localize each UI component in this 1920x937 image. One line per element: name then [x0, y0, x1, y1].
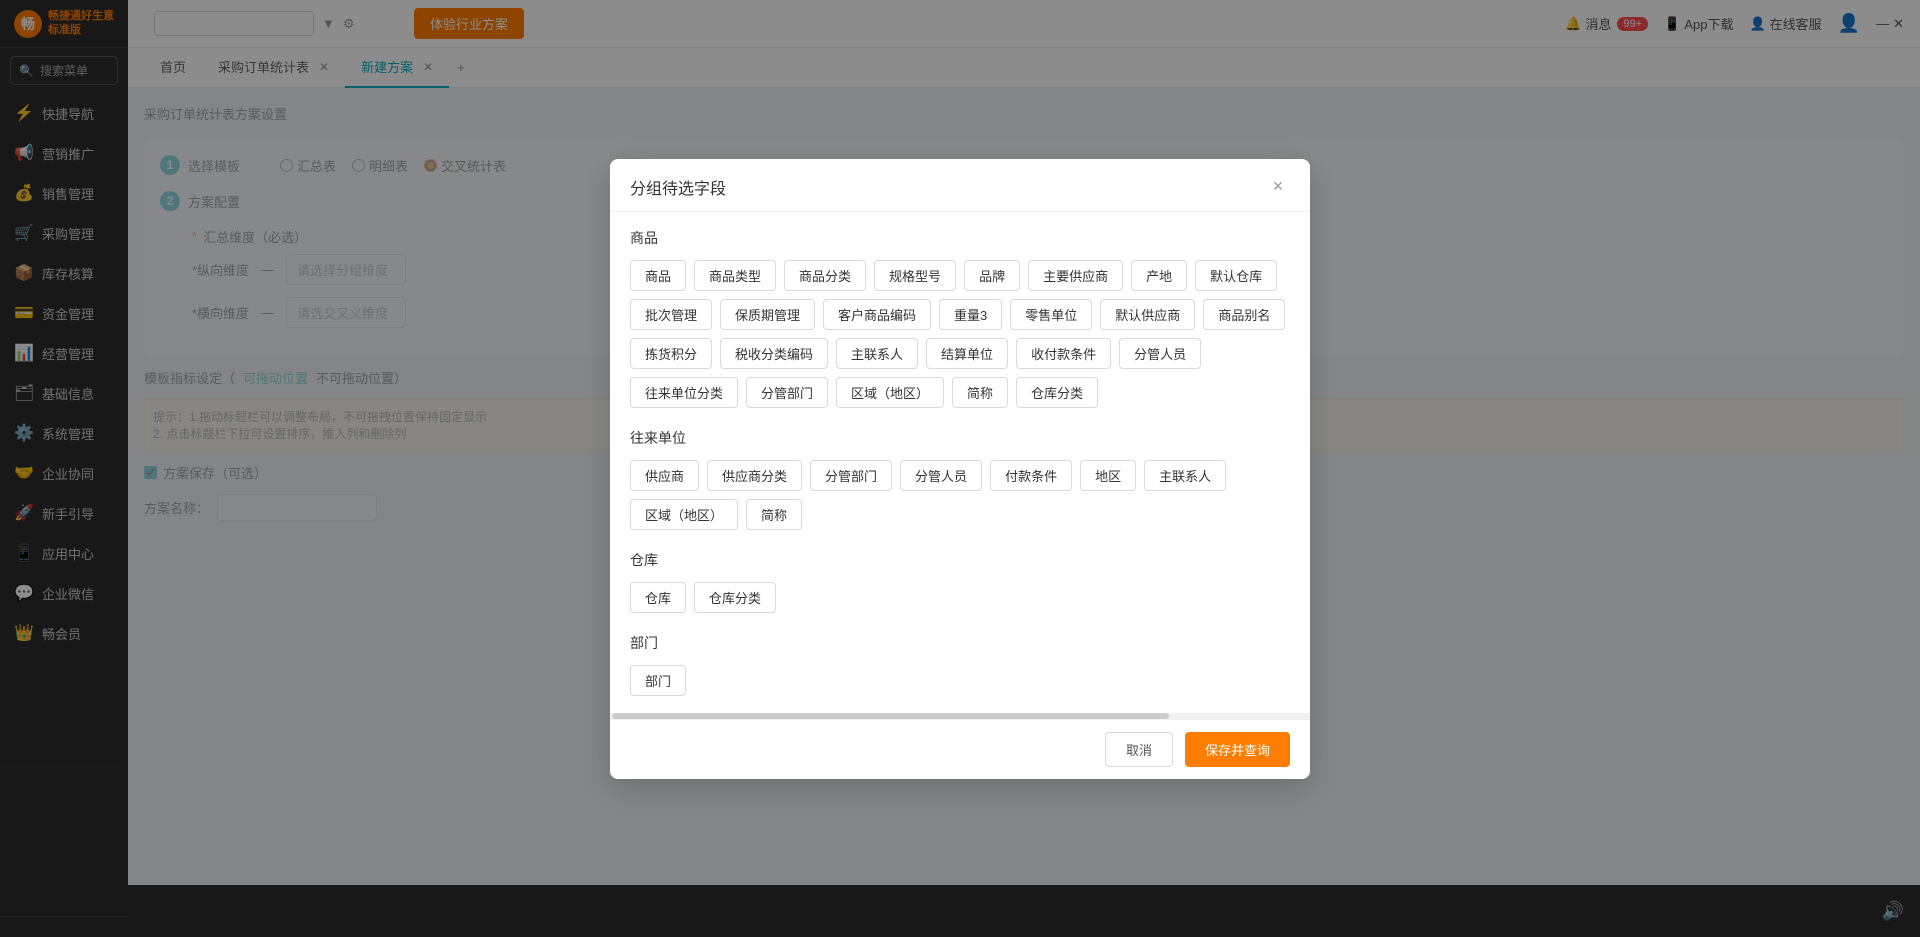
field-tag-default-warehouse[interactable]: 默认仓库: [1195, 260, 1277, 291]
field-tag-customer-code[interactable]: 客户商品编码: [823, 299, 931, 330]
field-tags-partner: 供应商供应商分类分管部门分管人员付款条件地区主联系人区域（地区） 简称: [630, 460, 1290, 530]
field-group-warehouse: 仓库仓库仓库分类: [630, 550, 1290, 613]
field-tag-main-contact[interactable]: 主联系人: [836, 338, 918, 369]
field-tag-settlement-unit[interactable]: 结算单位: [926, 338, 1008, 369]
field-tag-region3[interactable]: 区域（地区）: [630, 499, 738, 530]
dialog-body: 商品商品商品类型商品分类规格型号品牌主要供应商产地默认仓库批次管理保质期管理客户…: [610, 212, 1310, 713]
field-group-title-warehouse: 仓库: [630, 550, 1290, 570]
field-tag-manager[interactable]: 分管人员: [1119, 338, 1201, 369]
dialog: 分组待选字段 × 商品商品商品类型商品分类规格型号品牌主要供应商产地默认仓库批次…: [610, 159, 1310, 779]
field-tag-wh-category[interactable]: 仓库分类: [694, 582, 776, 613]
field-tag-payment2[interactable]: 付款条件: [990, 460, 1072, 491]
field-tag-weight3[interactable]: 重量3: [939, 299, 1002, 330]
field-tag-main-supplier[interactable]: 主要供应商: [1028, 260, 1123, 291]
field-tag-pickup-points[interactable]: 拣货积分: [630, 338, 712, 369]
field-tags-product: 商品商品类型商品分类规格型号品牌主要供应商产地默认仓库批次管理保质期管理客户商品…: [630, 260, 1290, 408]
field-group-title-product: 商品: [630, 228, 1290, 248]
field-tag-warehouse-category[interactable]: 仓库分类: [1016, 377, 1098, 408]
field-group-title-partner: 往来单位: [630, 428, 1290, 448]
field-tag-origin[interactable]: 产地: [1131, 260, 1187, 291]
field-tag-default-supplier[interactable]: 默认供应商: [1100, 299, 1195, 330]
field-tag-dept2[interactable]: 分管部门: [810, 460, 892, 491]
dialog-overlay: 分组待选字段 × 商品商品商品类型商品分类规格型号品牌主要供应商产地默认仓库批次…: [0, 0, 1920, 937]
confirm-button[interactable]: 保存并查询: [1185, 732, 1290, 767]
field-tag-contact2[interactable]: 主联系人: [1144, 460, 1226, 491]
field-tags-dept-group: 部门: [630, 665, 1290, 696]
cancel-button[interactable]: 取消: [1105, 732, 1173, 767]
field-tag-product-type[interactable]: 商品类型: [694, 260, 776, 291]
field-tag-spec-type[interactable]: 规格型号: [874, 260, 956, 291]
field-tag-tax-code[interactable]: 税收分类编码: [720, 338, 828, 369]
field-tag-region2[interactable]: 地区: [1080, 460, 1136, 491]
dialog-header: 分组待选字段 ×: [610, 159, 1310, 212]
field-tag-dept[interactable]: 分管部门: [746, 377, 828, 408]
field-tag-manager2[interactable]: 分管人员: [900, 460, 982, 491]
field-tag-short2[interactable]: 简称: [746, 499, 802, 530]
field-tag-region[interactable]: 区域（地区）: [836, 377, 944, 408]
field-group-product: 商品商品商品类型商品分类规格型号品牌主要供应商产地默认仓库批次管理保质期管理客户…: [630, 228, 1290, 408]
field-tag-batch-mgmt[interactable]: 批次管理: [630, 299, 712, 330]
field-tag-product-category[interactable]: 商品分类: [784, 260, 866, 291]
field-tag-department[interactable]: 部门: [630, 665, 686, 696]
field-tag-origin-unit-category[interactable]: 往来单位分类: [630, 377, 738, 408]
field-group-dept-group: 部门部门: [630, 633, 1290, 696]
field-tag-payment-terms[interactable]: 收付款条件: [1016, 338, 1111, 369]
field-tag-supplier[interactable]: 供应商: [630, 460, 699, 491]
field-tag-brand[interactable]: 品牌: [964, 260, 1020, 291]
dialog-footer: 取消 保存并查询: [610, 719, 1310, 779]
field-tag-supplier-category[interactable]: 供应商分类: [707, 460, 802, 491]
field-tag-short-name[interactable]: 简称: [952, 377, 1008, 408]
field-group-partner: 往来单位供应商供应商分类分管部门分管人员付款条件地区主联系人区域（地区） 简称: [630, 428, 1290, 530]
field-tag-quality-mgmt[interactable]: 保质期管理: [720, 299, 815, 330]
field-tag-product[interactable]: 商品: [630, 260, 686, 291]
field-tag-retail-unit[interactable]: 零售单位: [1010, 299, 1092, 330]
field-group-title-dept-group: 部门: [630, 633, 1290, 653]
field-tag-product-alias[interactable]: 商品别名: [1203, 299, 1285, 330]
field-tag-wh[interactable]: 仓库: [630, 582, 686, 613]
dialog-title: 分组待选字段: [630, 175, 726, 199]
dialog-close-button[interactable]: ×: [1266, 175, 1290, 199]
field-tags-warehouse: 仓库仓库分类: [630, 582, 1290, 613]
